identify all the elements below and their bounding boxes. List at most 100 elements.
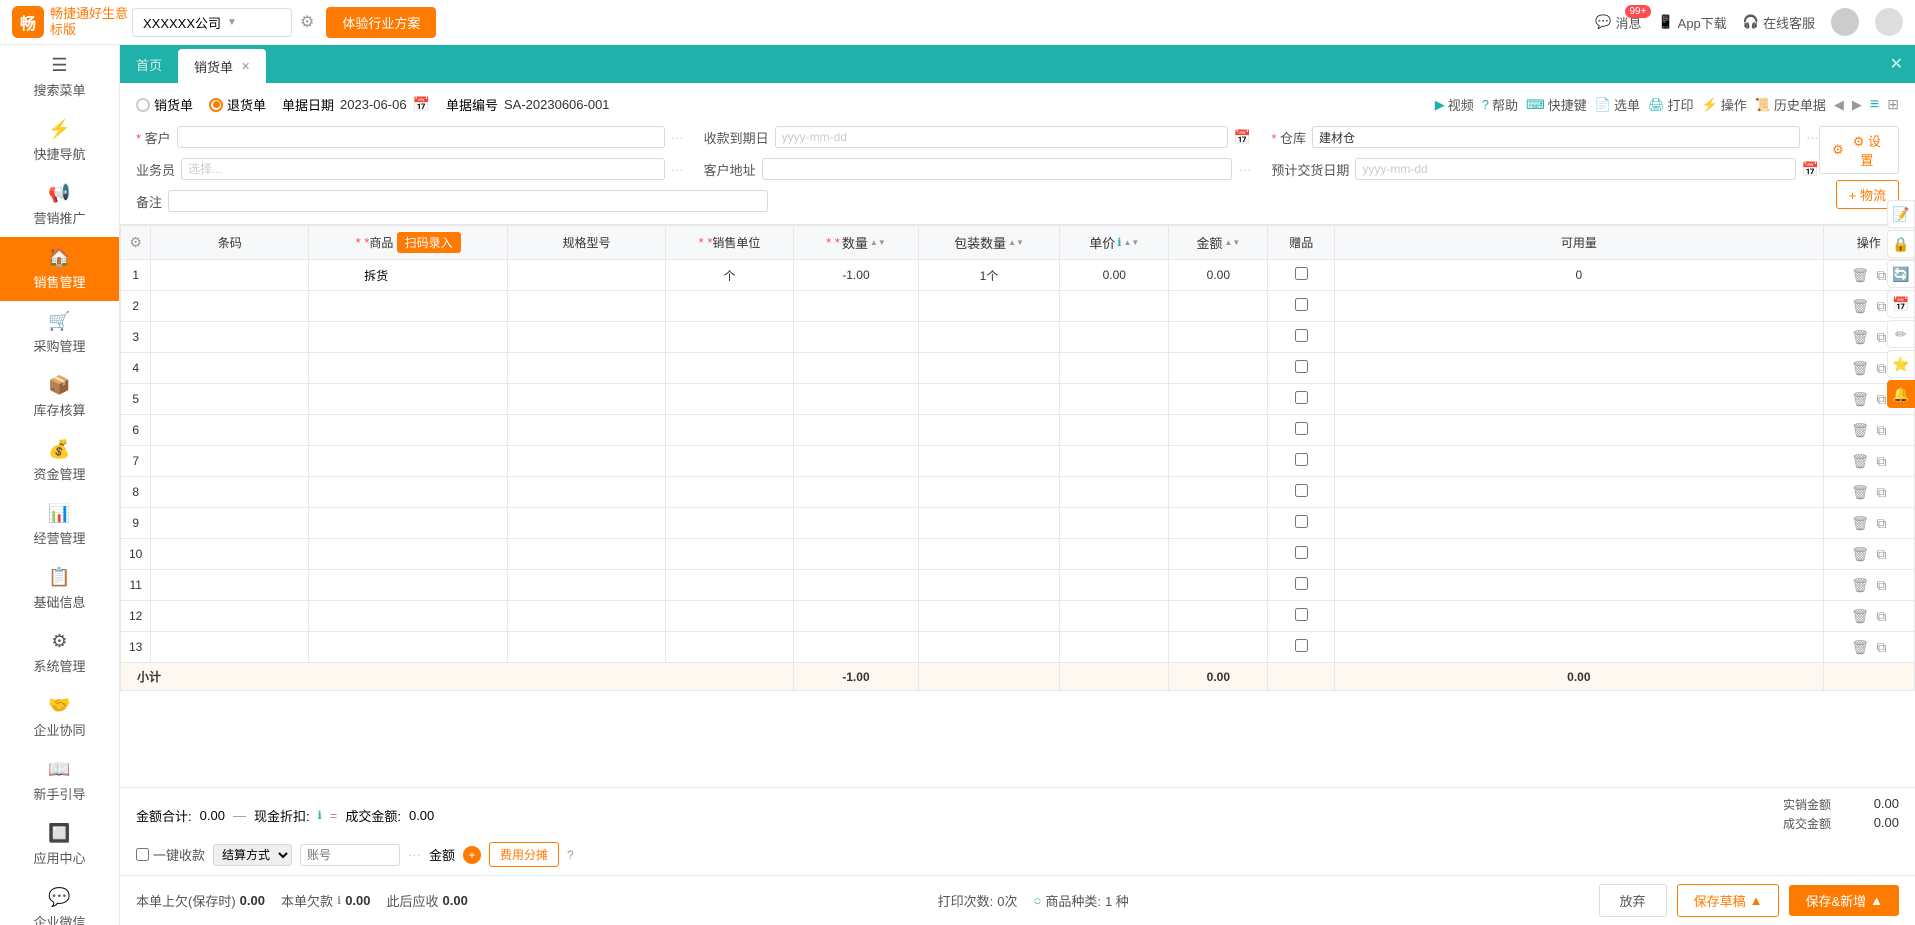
product-input[interactable] xyxy=(358,265,458,285)
cell-product[interactable] xyxy=(309,539,508,570)
barcode-input[interactable] xyxy=(190,575,270,595)
view-list-icon[interactable]: ≡ xyxy=(1870,96,1879,114)
product-input[interactable] xyxy=(358,358,458,378)
delete-row-icon[interactable]: 🗑 xyxy=(1851,484,1869,500)
cell-barcode[interactable] xyxy=(151,384,309,415)
cell-barcode[interactable] xyxy=(151,260,309,291)
spec-input[interactable] xyxy=(546,606,626,626)
product-input[interactable] xyxy=(358,420,458,440)
copy-row-icon[interactable]: ⧉ xyxy=(1876,267,1886,283)
add-button[interactable]: + xyxy=(463,846,481,864)
cell-barcode[interactable] xyxy=(151,446,309,477)
gift-checkbox[interactable] xyxy=(1295,267,1308,280)
tab-bar-close-icon[interactable]: ✕ xyxy=(1890,54,1903,74)
cell-product[interactable] xyxy=(309,632,508,663)
cell-spec[interactable] xyxy=(508,384,666,415)
delete-row-icon[interactable]: 🗑 xyxy=(1851,639,1869,655)
copy-row-icon[interactable]: ⧉ xyxy=(1876,639,1886,655)
copy-row-icon[interactable]: ⧉ xyxy=(1876,422,1886,438)
salesperson-more-icon[interactable]: ··· xyxy=(671,162,684,177)
gift-checkbox[interactable] xyxy=(1295,391,1308,404)
product-input[interactable] xyxy=(358,637,458,657)
message-button[interactable]: 💬 消息 99+ xyxy=(1595,13,1641,32)
cell-spec[interactable] xyxy=(508,477,666,508)
sidebar-item-operations[interactable]: 📊 经营管理 xyxy=(0,493,119,557)
cell-product[interactable] xyxy=(309,477,508,508)
barcode-input[interactable] xyxy=(190,296,270,316)
tab-close-icon[interactable]: ✕ xyxy=(241,60,250,73)
spec-input[interactable] xyxy=(546,327,626,347)
col-settings-icon[interactable]: ⚙ xyxy=(129,234,142,250)
barcode-input[interactable] xyxy=(190,482,270,502)
online-service-button[interactable]: 🎧 在线客服 xyxy=(1743,13,1815,32)
sidebar-item-sales[interactable]: 🏠 销售管理 xyxy=(0,237,119,301)
gift-checkbox[interactable] xyxy=(1295,298,1308,311)
gift-checkbox[interactable] xyxy=(1295,577,1308,590)
copy-row-icon[interactable]: ⧉ xyxy=(1876,546,1886,562)
cell-gift[interactable] xyxy=(1268,570,1335,601)
cell-barcode[interactable] xyxy=(151,508,309,539)
gift-checkbox[interactable] xyxy=(1295,484,1308,497)
product-input[interactable] xyxy=(358,575,458,595)
cell-gift[interactable] xyxy=(1268,260,1335,291)
cell-spec[interactable] xyxy=(508,322,666,353)
cell-product[interactable] xyxy=(309,384,508,415)
float-btn-5[interactable]: ✏ xyxy=(1887,320,1915,348)
tab-sales-order[interactable]: 销货单 ✕ xyxy=(178,49,266,83)
date-calendar-icon[interactable]: 📅 xyxy=(413,96,430,113)
warehouse-input[interactable] xyxy=(1312,126,1800,148)
copy-row-icon[interactable]: ⧉ xyxy=(1876,391,1886,407)
settlement-method-select[interactable]: 结算方式 xyxy=(213,844,292,866)
toolbar-video[interactable]: ▶ 视频 xyxy=(1435,95,1474,114)
delete-row-icon[interactable]: 🗑 xyxy=(1851,608,1869,624)
cell-barcode[interactable] xyxy=(151,539,309,570)
payment-due-calendar-icon[interactable]: 📅 xyxy=(1234,129,1251,146)
app-download-button[interactable]: 📱 App下载 xyxy=(1657,13,1726,32)
cell-spec[interactable] xyxy=(508,291,666,322)
float-btn-3[interactable]: 🔄 xyxy=(1887,260,1915,288)
radio-return-order[interactable]: 退货单 xyxy=(209,95,266,114)
copy-row-icon[interactable]: ⧉ xyxy=(1876,515,1886,531)
copy-row-icon[interactable]: ⧉ xyxy=(1876,577,1886,593)
spec-input[interactable] xyxy=(546,358,626,378)
cell-gift[interactable] xyxy=(1268,601,1335,632)
delete-row-icon[interactable]: 🗑 xyxy=(1851,515,1869,531)
cell-product[interactable] xyxy=(309,353,508,384)
product-input[interactable] xyxy=(358,482,458,502)
cell-gift[interactable] xyxy=(1268,508,1335,539)
product-input[interactable] xyxy=(358,544,458,564)
discard-button[interactable]: 放弃 xyxy=(1599,884,1667,917)
cell-spec[interactable] xyxy=(508,415,666,446)
barcode-input[interactable] xyxy=(190,327,270,347)
cell-gift[interactable] xyxy=(1268,539,1335,570)
float-btn-2[interactable]: 🔒 xyxy=(1887,230,1915,258)
toolbar-print[interactable]: 🖨 打印 xyxy=(1648,95,1694,114)
spec-input[interactable] xyxy=(546,544,626,564)
try-plan-button[interactable]: 体验行业方案 xyxy=(326,7,436,38)
delete-row-icon[interactable]: 🗑 xyxy=(1851,391,1869,407)
sidebar-item-system[interactable]: ⚙ 系统管理 xyxy=(0,621,119,685)
toolbar-shortcut[interactable]: ⌨ 快捷键 xyxy=(1526,95,1587,114)
cell-barcode[interactable] xyxy=(151,353,309,384)
cell-spec[interactable] xyxy=(508,570,666,601)
barcode-input[interactable] xyxy=(190,606,270,626)
cell-barcode[interactable] xyxy=(151,601,309,632)
copy-row-icon[interactable]: ⧉ xyxy=(1876,360,1886,376)
gift-checkbox[interactable] xyxy=(1295,422,1308,435)
salesperson-input[interactable] xyxy=(181,158,665,180)
account-input[interactable] xyxy=(300,844,400,866)
copy-row-icon[interactable]: ⧉ xyxy=(1876,484,1886,500)
delete-row-icon[interactable]: 🗑 xyxy=(1851,453,1869,469)
cell-barcode[interactable] xyxy=(151,477,309,508)
one-click-payment-input[interactable] xyxy=(136,848,149,861)
spec-input[interactable] xyxy=(546,451,626,471)
barcode-input[interactable] xyxy=(190,420,270,440)
nav-prev-icon[interactable]: ◀ xyxy=(1834,97,1844,113)
sidebar-item-basics[interactable]: 📋 基础信息 xyxy=(0,557,119,621)
cell-spec[interactable] xyxy=(508,353,666,384)
sidebar-item-finance[interactable]: 💰 资金管理 xyxy=(0,429,119,493)
cell-spec[interactable] xyxy=(508,601,666,632)
customer-input[interactable] xyxy=(177,126,665,148)
cell-barcode[interactable] xyxy=(151,322,309,353)
cell-product[interactable] xyxy=(309,260,508,291)
